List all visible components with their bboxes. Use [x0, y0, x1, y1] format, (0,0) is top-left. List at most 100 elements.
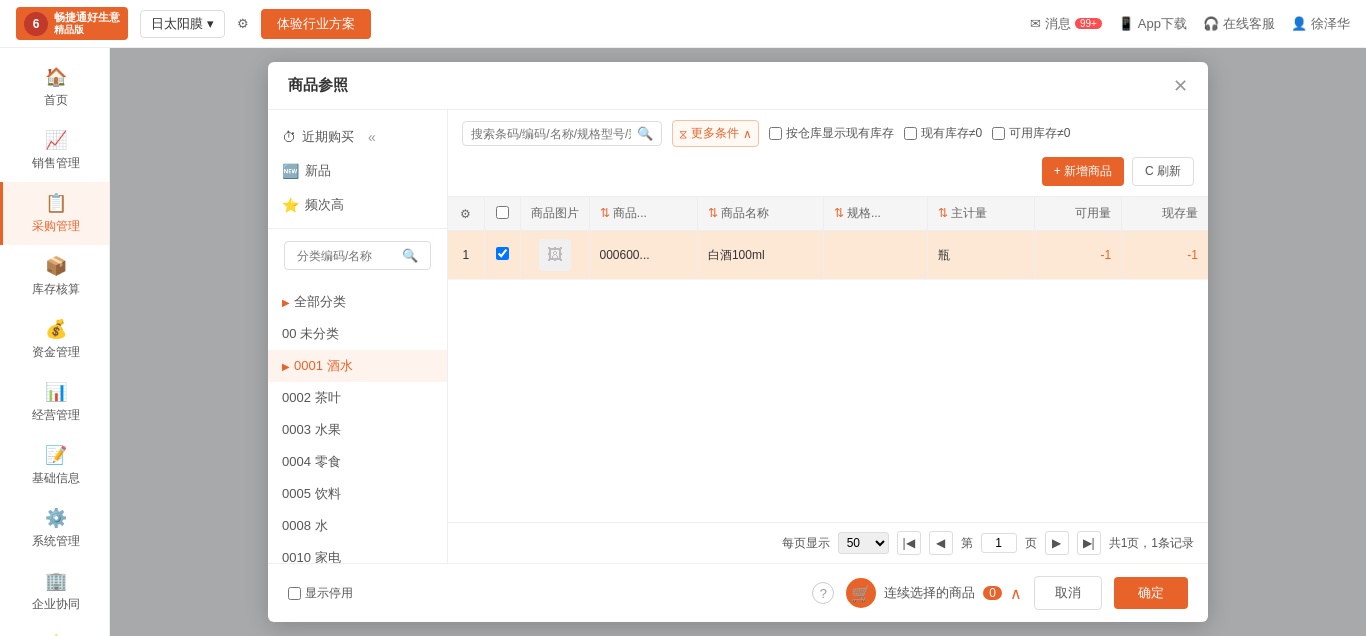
td-code: 000600...	[589, 231, 697, 280]
dialog-title: 商品参照	[288, 76, 348, 95]
category-search-input[interactable]	[297, 249, 396, 263]
sidebar-item-system[interactable]: ⚙️ 系统管理	[0, 497, 109, 560]
category-0010-label: 0010 家电	[282, 549, 341, 563]
cart-icon[interactable]: 🛒	[846, 578, 876, 608]
category-0005[interactable]: 0005 饮料	[268, 478, 447, 510]
message-label: 消息	[1045, 15, 1071, 33]
product-search-icon[interactable]: 🔍	[637, 126, 653, 141]
checkbox-available-label[interactable]: 可用库存≠0	[992, 125, 1070, 142]
logo-icon: 6	[24, 12, 48, 36]
collapse-left-btn[interactable]: «	[360, 129, 384, 145]
td-checkbox[interactable]	[484, 231, 520, 280]
first-page-button[interactable]: |◀	[897, 531, 921, 555]
last-page-button[interactable]: ▶|	[1077, 531, 1101, 555]
sidebar-label-enterprise: 企业协同	[32, 596, 80, 613]
checkbox-stock-label[interactable]: 现有库存≠0	[904, 125, 982, 142]
category-0008[interactable]: 0008 水	[268, 510, 447, 542]
category-00-label: 00 未分类	[282, 325, 339, 343]
add-product-button[interactable]: + 新增商品	[1042, 157, 1124, 186]
table-row[interactable]: 1 🖼 000600... 白酒100ml 瓶	[448, 231, 1208, 280]
per-page-label: 每页显示	[782, 535, 830, 552]
category-search-wrap: 🔍	[268, 235, 447, 282]
arrow-all: ▶	[282, 297, 290, 308]
category-all[interactable]: ▶ 全部分类	[268, 286, 447, 318]
user-avatar[interactable]: 👤 徐泽华	[1291, 15, 1350, 33]
nav-right: ✉ 消息 99+ 📱 App下载 🎧 在线客服 👤 徐泽华	[1030, 15, 1350, 33]
refresh-button[interactable]: C 刷新	[1132, 157, 1194, 186]
dialog-close-button[interactable]: ✕	[1173, 77, 1188, 95]
category-0004-label: 0004 零食	[282, 453, 341, 471]
product-table-wrap: ⚙ 商品图片 ⇅ 商品... ⇅ 商品名称	[448, 197, 1208, 522]
checkbox-warehouse-label[interactable]: 按仓库显示现有库存	[769, 125, 894, 142]
product-reference-dialog: 商品参照 ✕ ⏱ 近期购买 « 🆕 新品	[268, 62, 1208, 622]
service-icon: 🎧	[1203, 16, 1219, 31]
next-page-button[interactable]: ▶	[1045, 531, 1069, 555]
product-search-input[interactable]	[471, 127, 631, 141]
dialog-footer: 显示停用 ? 🛒 连续选择的商品 0 ∧ 取消 确定	[268, 563, 1208, 622]
settings-icon[interactable]: ⚙	[237, 16, 249, 31]
sidebar-item-basic-info[interactable]: 📝 基础信息	[0, 434, 109, 497]
product-search-box[interactable]: 🔍	[462, 121, 662, 146]
divider	[268, 228, 447, 229]
filter-label: 更多条件	[691, 125, 739, 142]
td-unit: 瓶	[927, 231, 1034, 280]
quick-nav-frequent[interactable]: ⭐ 频次高	[268, 188, 447, 222]
select-all-checkbox[interactable]	[496, 206, 509, 219]
checkbox-stock[interactable]	[904, 127, 917, 140]
confirm-button[interactable]: 确定	[1114, 577, 1188, 609]
category-0010[interactable]: 0010 家电	[268, 542, 447, 563]
content-area: 商品参照 ✕ ⏱ 近期购买 « 🆕 新品	[110, 48, 1366, 636]
cart-collapse-icon[interactable]: ∧	[1010, 584, 1022, 603]
online-service[interactable]: 🎧 在线客服	[1203, 15, 1275, 33]
row-checkbox[interactable]	[496, 247, 509, 260]
new-icon: 🆕	[282, 163, 299, 179]
sidebar-item-inventory[interactable]: 📦 库存核算	[0, 245, 109, 308]
nav-selector[interactable]: 日太阳膜 ▾	[140, 10, 225, 38]
sidebar-item-guide[interactable]: 🌟 新手引导	[0, 623, 109, 636]
category-search-box[interactable]: 🔍	[284, 241, 431, 270]
prev-page-button[interactable]: ◀	[929, 531, 953, 555]
checkbox-available[interactable]	[992, 127, 1005, 140]
td-spec	[823, 231, 927, 280]
td-available: -1	[1035, 231, 1122, 280]
th-unit: ⇅ 主计量	[927, 197, 1034, 231]
quick-nav-recent[interactable]: ⏱ 近期购买 «	[268, 120, 447, 154]
th-settings[interactable]: ⚙	[448, 197, 484, 231]
trial-button[interactable]: 体验行业方案	[261, 9, 371, 39]
cancel-button[interactable]: 取消	[1034, 576, 1102, 610]
th-checkbox[interactable]	[484, 197, 520, 231]
category-0004[interactable]: 0004 零食	[268, 446, 447, 478]
sidebar-item-enterprise[interactable]: 🏢 企业协同	[0, 560, 109, 623]
help-icon[interactable]: ?	[812, 582, 834, 604]
page-input[interactable]	[981, 533, 1017, 553]
sidebar-label-purchase: 采购管理	[32, 218, 80, 235]
per-page-select[interactable]: 50 10 20 100	[838, 532, 889, 554]
quick-nav-frequent-label: 频次高	[305, 196, 344, 214]
category-search-icon[interactable]: 🔍	[402, 248, 418, 263]
category-all-label: 全部分类	[294, 293, 346, 311]
recent-icon: ⏱	[282, 129, 296, 145]
filter-more-button[interactable]: ⧖ 更多条件 ∧	[672, 120, 759, 147]
checkbox-warehouse[interactable]	[769, 127, 782, 140]
system-icon: ⚙️	[45, 507, 67, 529]
category-0002[interactable]: 0002 茶叶	[268, 382, 447, 414]
sidebar-item-sales[interactable]: 📈 销售管理	[0, 119, 109, 182]
sidebar-label-inventory: 库存核算	[32, 281, 80, 298]
sort-icon-unit: ⇅	[938, 206, 948, 220]
app-icon: 📱	[1118, 16, 1134, 31]
message-badge: 99+	[1075, 18, 1102, 29]
category-00[interactable]: 00 未分类	[268, 318, 447, 350]
show-disabled-checkbox[interactable]	[288, 587, 301, 600]
category-0002-label: 0002 茶叶	[282, 389, 341, 407]
sidebar-item-home[interactable]: 🏠 首页	[0, 56, 109, 119]
app-download[interactable]: 📱 App下载	[1118, 15, 1187, 33]
sidebar-item-finance[interactable]: 💰 资金管理	[0, 308, 109, 371]
sidebar-item-operations[interactable]: 📊 经营管理	[0, 371, 109, 434]
category-0001[interactable]: ▶ 0001 酒水	[268, 350, 447, 382]
sidebar-item-purchase[interactable]: 📋 采购管理	[0, 182, 109, 245]
quick-nav-new[interactable]: 🆕 新品	[268, 154, 447, 188]
category-0003[interactable]: 0003 水果	[268, 414, 447, 446]
message-icon-area[interactable]: ✉ 消息 99+	[1030, 15, 1102, 33]
sidebar-label-sales: 销售管理	[32, 155, 80, 172]
show-disabled-label[interactable]: 显示停用	[288, 585, 353, 602]
